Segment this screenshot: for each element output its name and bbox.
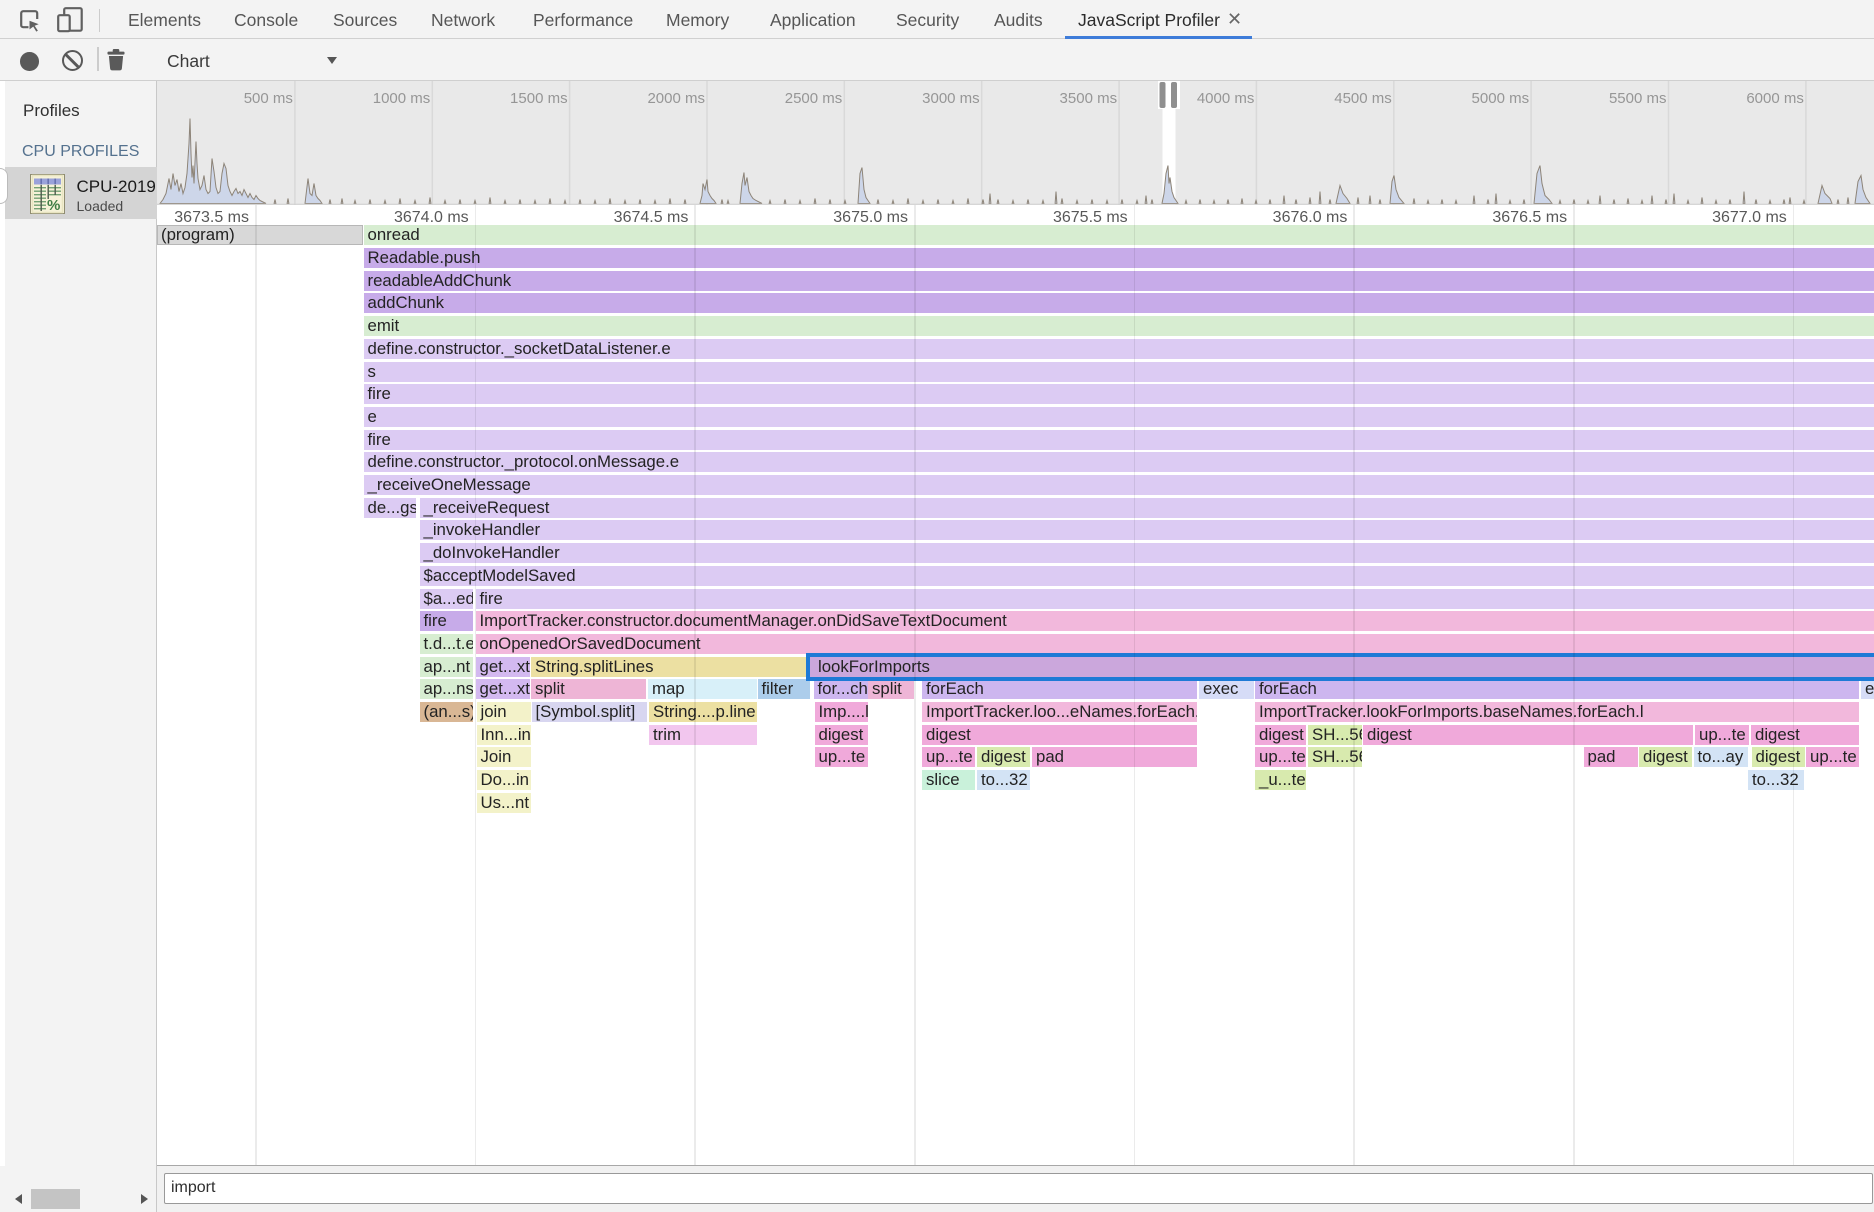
- svg-text:6000 ms: 6000 ms: [1746, 90, 1804, 107]
- svg-text:2500 ms: 2500 ms: [785, 90, 843, 107]
- svg-text:1500 ms: 1500 ms: [510, 90, 568, 107]
- svg-text:3500 ms: 3500 ms: [1060, 90, 1118, 107]
- svg-text:2000 ms: 2000 ms: [647, 90, 705, 107]
- svg-text:%: %: [47, 197, 60, 214]
- svg-text:500 ms: 500 ms: [244, 90, 293, 107]
- svg-text:4000 ms: 4000 ms: [1197, 90, 1255, 107]
- svg-text:4500 ms: 4500 ms: [1334, 90, 1392, 107]
- svg-text:5000 ms: 5000 ms: [1472, 90, 1530, 107]
- svg-text:3000 ms: 3000 ms: [922, 90, 980, 107]
- svg-text:1000 ms: 1000 ms: [373, 90, 431, 107]
- svg-text:5500 ms: 5500 ms: [1609, 90, 1667, 107]
